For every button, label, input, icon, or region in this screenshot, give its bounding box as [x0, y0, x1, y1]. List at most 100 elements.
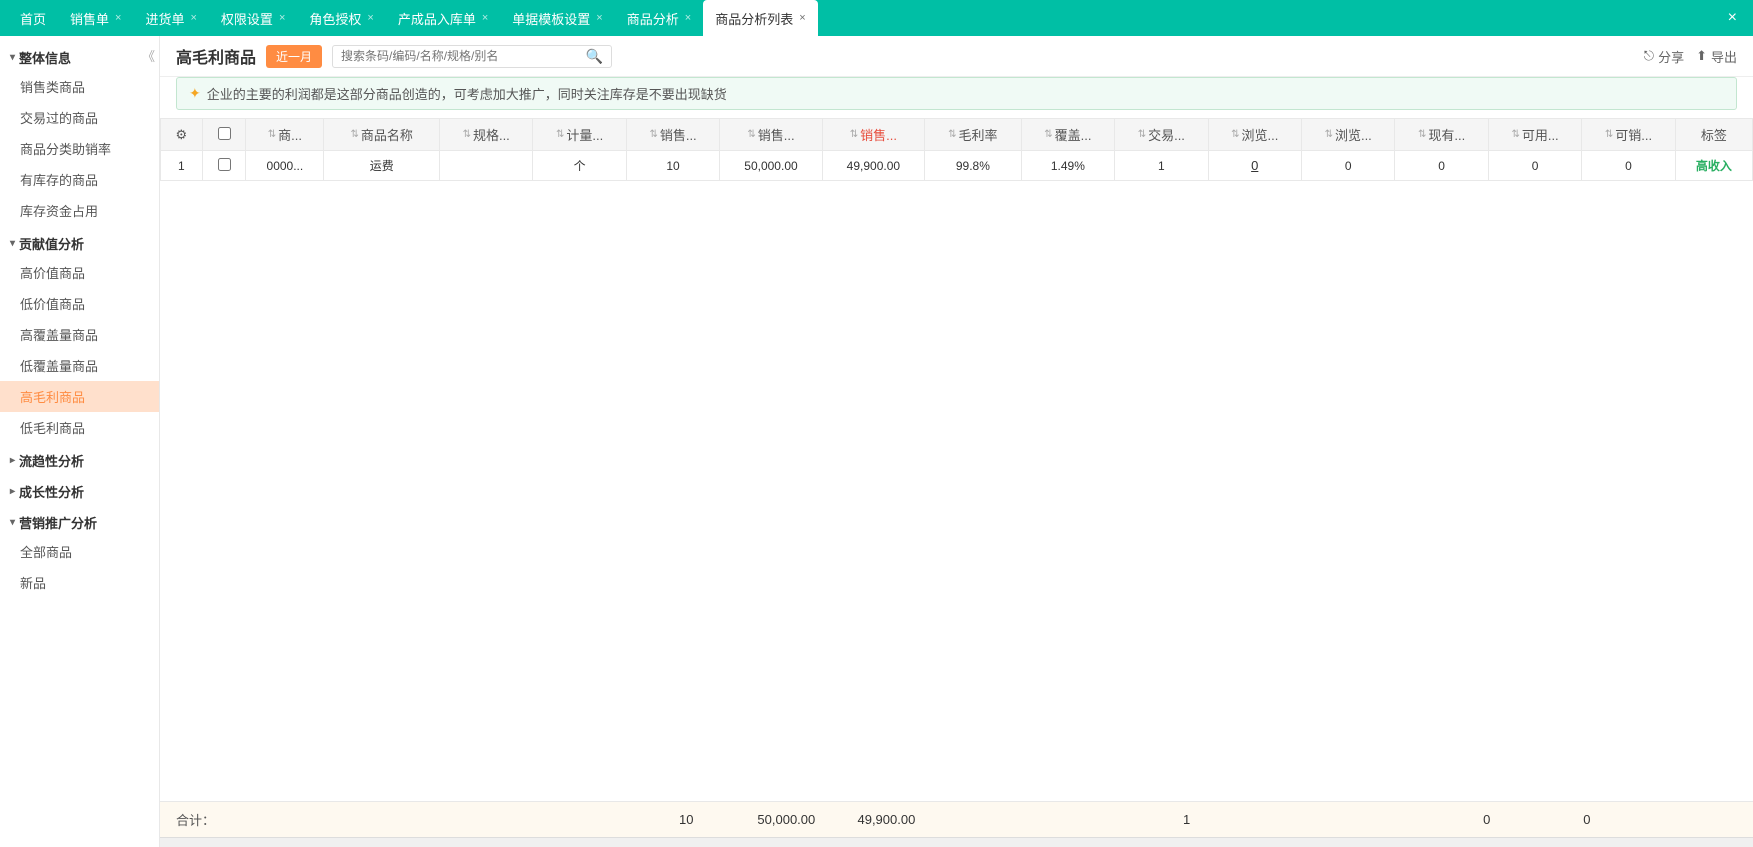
- select-all-checkbox[interactable]: [218, 127, 231, 140]
- col-name[interactable]: ⇅商品名称: [324, 119, 440, 151]
- close-icon[interactable]: ×: [685, 12, 691, 24]
- footer-spacer1: [236, 812, 336, 827]
- sidebar-item-all-goods[interactable]: 全部商品: [0, 536, 159, 567]
- horizontal-scrollbar[interactable]: [160, 837, 1753, 847]
- close-icon[interactable]: ×: [596, 12, 602, 24]
- cell-checkbox[interactable]: [202, 151, 246, 181]
- cell-views2: 0: [1301, 151, 1394, 181]
- cell-current-stock: 0: [1395, 151, 1488, 181]
- col-spec[interactable]: ⇅规格...: [439, 119, 532, 151]
- footer-transactions: 1: [1137, 812, 1237, 827]
- sidebar-item-category-rate[interactable]: 商品分类助销率: [0, 133, 159, 164]
- close-icon[interactable]: ×: [482, 12, 488, 24]
- sidebar: ▾ 整体信息 销售类商品 交易过的商品 商品分类助销率 有库存的商品 库存资金占…: [0, 36, 160, 847]
- col-transactions[interactable]: ⇅交易...: [1115, 119, 1208, 151]
- col-checkbox[interactable]: [202, 119, 246, 151]
- close-icon[interactable]: ×: [279, 12, 285, 24]
- info-icon: ✦: [189, 85, 201, 102]
- footer-total: 合计： 10 50,000.00 49,900.00 1 0 0: [160, 801, 1753, 837]
- sidebar-item-sales-goods[interactable]: 销售类商品: [0, 71, 159, 102]
- close-icon[interactable]: ×: [190, 12, 196, 24]
- col-sales-cost[interactable]: ⇅销售...: [822, 119, 924, 151]
- footer-sales-amt: 50,000.00: [736, 812, 836, 827]
- sidebar-item-stock-capital[interactable]: 库存资金占用: [0, 195, 159, 226]
- nav-product-inbound[interactable]: 产成品入库单 ×: [386, 0, 500, 36]
- cell-transactions: 1: [1115, 151, 1208, 181]
- expand-icon: ▾: [10, 517, 15, 528]
- toolbar-right: ⎋ 分享 ⬆ 导出: [1644, 47, 1737, 66]
- sidebar-item-new-goods[interactable]: 新品: [0, 567, 159, 598]
- sidebar-item-low-value[interactable]: 低价值商品: [0, 288, 159, 319]
- col-settings[interactable]: ⚙: [161, 119, 203, 151]
- sidebar-item-traded-goods[interactable]: 交易过的商品: [0, 102, 159, 133]
- export-icon: ⬆: [1696, 48, 1707, 64]
- sidebar-section-marketing[interactable]: ▾ 营销推广分析: [0, 505, 159, 536]
- search-icon[interactable]: 🔍: [586, 48, 603, 65]
- footer-spacer5: [936, 812, 1036, 827]
- search-input[interactable]: [341, 49, 586, 63]
- nav-role-auth[interactable]: 角色授权 ×: [297, 0, 385, 36]
- nav-product-analysis[interactable]: 商品分析 ×: [615, 0, 703, 36]
- data-table: ⚙ ⇅商... ⇅商品名称 ⇅规格...: [160, 118, 1753, 181]
- nav-sales-order[interactable]: 销售单 ×: [58, 0, 133, 36]
- close-all-button[interactable]: ×: [1720, 9, 1745, 27]
- content-area: 高毛利商品 近一月 🔍 ⎋ 分享 ⬆ 导出 ✦ 企业的主要的利润都是这部分商品创…: [160, 36, 1753, 847]
- sidebar-section-overall[interactable]: ▾ 整体信息: [0, 40, 159, 71]
- nav-product-analysis-list[interactable]: 商品分析列表 ×: [703, 0, 817, 36]
- expand-icon: ▾: [10, 238, 15, 249]
- share-icon: ⎋: [1644, 48, 1654, 64]
- close-icon[interactable]: ×: [367, 12, 373, 24]
- sort-icon: ⇅: [351, 129, 359, 140]
- cell-views1[interactable]: 0: [1208, 151, 1301, 181]
- sidebar-overall-items: 销售类商品 交易过的商品 商品分类助销率 有库存的商品 库存资金占用: [0, 71, 159, 226]
- col-tag[interactable]: 标签: [1675, 119, 1752, 151]
- main-layout: ▾ 整体信息 销售类商品 交易过的商品 商品分类助销率 有库存的商品 库存资金占…: [0, 36, 1753, 847]
- share-button[interactable]: ⎋ 分享: [1644, 47, 1684, 66]
- close-icon[interactable]: ×: [115, 12, 121, 24]
- nav-purchase-order[interactable]: 进货单 ×: [133, 0, 208, 36]
- footer-label: 合计：: [176, 810, 236, 829]
- sort-icon: ⇅: [1511, 129, 1519, 140]
- sidebar-section-contribution[interactable]: ▾ 贡献值分析: [0, 226, 159, 257]
- col-sales-qty[interactable]: ⇅销售...: [626, 119, 719, 151]
- sort-icon: ⇅: [1044, 129, 1052, 140]
- col-current-stock[interactable]: ⇅现有...: [1395, 119, 1488, 151]
- col-sellable[interactable]: ⇅可销...: [1582, 119, 1675, 151]
- footer-current-stock: 0: [1437, 812, 1537, 827]
- close-icon[interactable]: ×: [799, 12, 805, 24]
- col-views2[interactable]: ⇅浏览...: [1301, 119, 1394, 151]
- col-margin-rate[interactable]: ⇅毛利率: [925, 119, 1022, 151]
- col-unit[interactable]: ⇅计量...: [533, 119, 626, 151]
- col-coverage[interactable]: ⇅覆盖...: [1021, 119, 1114, 151]
- sort-icon: ⇅: [747, 129, 755, 140]
- nav-home[interactable]: 首页: [8, 0, 58, 36]
- nav-permission-settings[interactable]: 权限设置 ×: [209, 0, 297, 36]
- cell-margin-rate: 99.8%: [925, 151, 1022, 181]
- footer-cells: 10 50,000.00 49,900.00 1 0 0: [236, 812, 1737, 827]
- cell-sales-amt: 50,000.00: [720, 151, 822, 181]
- cell-spec: [439, 151, 532, 181]
- cell-name: 运费: [324, 151, 440, 181]
- sidebar-item-high-value[interactable]: 高价值商品: [0, 257, 159, 288]
- sidebar-section-trend[interactable]: ▸ 流趋性分析: [0, 443, 159, 474]
- sidebar-section-growth[interactable]: ▸ 成长性分析: [0, 474, 159, 505]
- col-available-stock[interactable]: ⇅可用...: [1488, 119, 1581, 151]
- sidebar-item-stock-goods[interactable]: 有库存的商品: [0, 164, 159, 195]
- expand-icon: ▾: [10, 52, 15, 63]
- col-code[interactable]: ⇅商...: [246, 119, 324, 151]
- sidebar-item-low-margin[interactable]: 低毛利商品: [0, 412, 159, 443]
- col-sales-amt[interactable]: ⇅销售...: [720, 119, 822, 151]
- sidebar-marketing-items: 全部商品 新品: [0, 536, 159, 598]
- sidebar-item-high-margin[interactable]: 高毛利商品: [0, 381, 159, 412]
- col-views1[interactable]: ⇅浏览...: [1208, 119, 1301, 151]
- sidebar-collapse-button[interactable]: 《: [138, 44, 159, 67]
- sort-icon: ⇅: [649, 129, 657, 140]
- row-checkbox[interactable]: [218, 158, 231, 171]
- export-button[interactable]: ⬆ 导出: [1696, 47, 1737, 66]
- filter-recent-month-button[interactable]: 近一月: [266, 45, 322, 68]
- sidebar-item-low-coverage[interactable]: 低覆盖量商品: [0, 350, 159, 381]
- sidebar-item-high-coverage[interactable]: 高覆盖量商品: [0, 319, 159, 350]
- nav-template-settings[interactable]: 单据模板设置 ×: [500, 0, 614, 36]
- cell-tag: 高收入: [1675, 151, 1752, 181]
- search-box: 🔍: [332, 45, 612, 68]
